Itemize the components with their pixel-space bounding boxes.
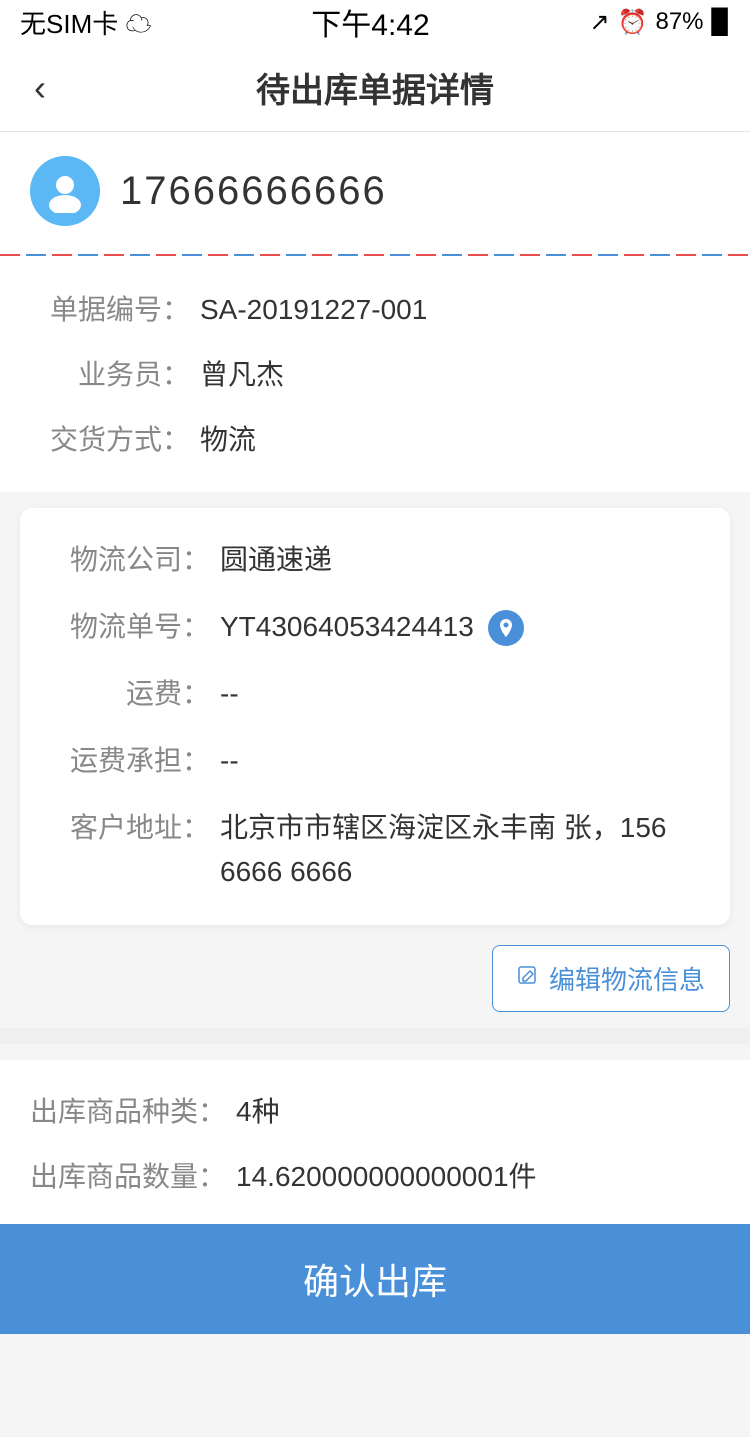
logistics-company-label: 物流公司： [50,538,210,583]
status-left: 无SIM卡 ☁ [20,4,151,41]
status-bar: 无SIM卡 ☁ 下午4:42 ↗ ⏰ 87% ▉ [0,0,750,44]
battery-status: 87% [655,8,703,36]
freight-bearer-label: 运费承担： [50,739,210,784]
nav-bar: ‹ 待出库单据详情 [0,44,750,132]
edit-logistics-btn-row: 编辑物流信息 [20,945,730,1012]
edit-logistics-button[interactable]: 编辑物流信息 [492,945,730,1012]
location-pin-icon[interactable] [488,610,524,646]
freight-bearer-row: 运费承担： -- [50,739,700,784]
goods-quantity-value: 14.620000000000001件 [226,1155,720,1200]
goods-quantity-row: 出库商品数量： 14.620000000000001件 [30,1155,720,1200]
status-time: 下午4:42 [311,0,429,44]
tracking-number-text: YT43064053424413 [220,605,474,650]
salesman-row: 业务员： 曾凡杰 [30,353,720,398]
status-right: ↗ ⏰ 87% ▉ [589,8,730,37]
back-button[interactable]: ‹ [24,57,56,119]
user-phone: 17666666666 [120,169,387,214]
basic-info-section: 单据编号： SA-20191227-001 业务员： 曾凡杰 交货方式： 物流 [0,258,750,492]
confirm-outbound-button[interactable]: 确认出库 [0,1224,750,1334]
delivery-method-label: 交货方式： [30,418,190,463]
page-title: 待出库单据详情 [256,63,494,112]
location-icon: ↗ [589,8,609,37]
salesman-value: 曾凡杰 [190,353,720,398]
goods-section: 出库商品种类： 4种 出库商品数量： 14.620000000000001件 [0,1060,750,1230]
freight-label: 运费： [50,672,210,717]
freight-row: 运费： -- [50,672,700,717]
dashed-divider [0,250,750,258]
sim-status: 无SIM卡 ☁ [20,4,151,41]
freight-bearer-value: -- [210,739,700,784]
goods-type-row: 出库商品种类： 4种 [30,1090,720,1135]
logistics-tracking-value: YT43064053424413 [210,605,700,650]
delivery-method-value: 物流 [190,418,720,463]
logistics-tracking-label: 物流单号： [50,605,210,650]
avatar [30,156,100,226]
goods-quantity-label: 出库商品数量： [30,1155,226,1200]
salesman-label: 业务员： [30,353,190,398]
edit-logistics-btn-label: 编辑物流信息 [549,960,705,997]
customer-address-label: 客户地址： [50,806,210,851]
gray-divider [0,1028,750,1044]
user-header: 17666666666 [0,132,750,250]
logistics-company-row: 物流公司： 圆通速递 [50,538,700,583]
delivery-method-row: 交货方式： 物流 [30,418,720,463]
logistics-tracking-row: 物流单号： YT43064053424413 [50,605,700,650]
doc-number-value: SA-20191227-001 [190,288,720,333]
confirm-btn-label: 确认出库 [303,1253,447,1305]
doc-number-label: 单据编号： [30,288,190,333]
goods-type-label: 出库商品种类： [30,1090,226,1135]
customer-address-row: 客户地址： 北京市市辖区海淀区永丰南 张，156 6666 6666 [50,806,700,896]
logistics-company-value: 圆通速递 [210,538,700,583]
alarm-icon: ⏰ [618,8,648,37]
freight-value: -- [210,672,700,717]
customer-address-value: 北京市市辖区海淀区永丰南 张，156 6666 6666 [210,806,700,896]
battery-icon: ▉ [712,8,730,37]
edit-icon [517,963,539,994]
goods-type-value: 4种 [226,1090,720,1135]
doc-number-row: 单据编号： SA-20191227-001 [30,288,720,333]
logistics-card: 物流公司： 圆通速递 物流单号： YT43064053424413 运费： --… [20,508,730,925]
